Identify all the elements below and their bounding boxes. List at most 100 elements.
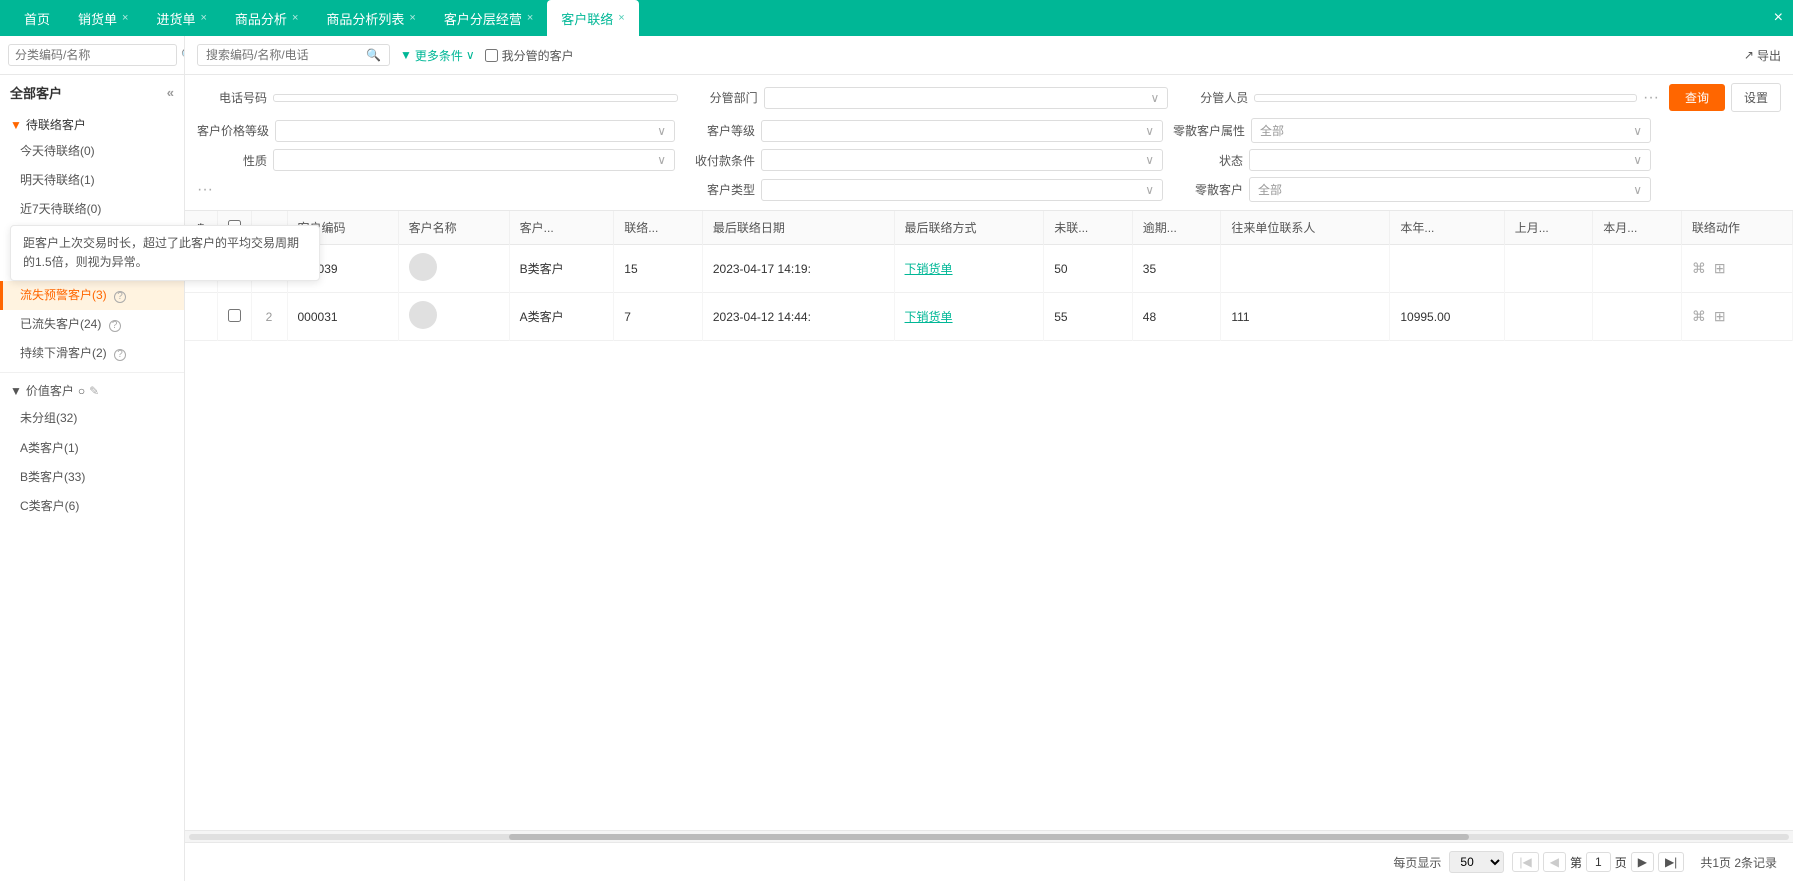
nav-home[interactable]: 首页 [10,0,64,36]
scatter-cust-input[interactable]: 全部 ∨ [1249,177,1651,202]
value-customer-edit-icon[interactable]: ✎ [89,384,99,398]
col-last-date-sort[interactable]: 最后联络日期 [713,219,785,236]
sidebar-item-loss-warning[interactable]: 流失预警客户(3) ? [0,281,184,310]
row2-checkbox[interactable] [217,293,251,341]
col-last-way-sort[interactable]: 最后联络方式 [905,219,977,236]
sidebar-collapse-icon[interactable]: « [167,85,174,100]
close-analysis-list-icon[interactable]: × [409,12,415,24]
row1-grid-icon[interactable]: ⊞ [1714,260,1726,277]
loss-warning-help-icon[interactable]: ? [114,291,126,303]
my-customers-checkbox[interactable]: 我分管的客户 [485,47,574,64]
col-contact-sort[interactable]: 联络... [624,219,658,236]
first-page-btn[interactable]: |◀ [1512,852,1538,872]
sidebar-item-tomorrow[interactable]: 明天待联络(1) [0,166,184,195]
all-customers-header[interactable]: 全部客户 « [0,75,184,110]
person-input[interactable] [1254,94,1637,102]
row2-last-way[interactable]: 下销货单 [894,293,1044,341]
row2-action-btns: ⌘ ⊞ [1692,308,1782,325]
row2-check[interactable] [228,309,241,322]
payment-input[interactable]: ∨ [761,149,1163,171]
main-search-icon[interactable]: 🔍 [366,48,381,62]
sidebar-item-lost[interactable]: 已流失客户(24) ? [0,310,184,339]
page-num-input[interactable]: 1 [1586,852,1611,872]
nav-customer-contact[interactable]: 客户联络 × [547,0,638,36]
row1-contacts [1221,245,1390,293]
col-type: 客户... [509,211,614,245]
row4-dots-icon[interactable]: ··· [197,181,213,199]
setting-button[interactable]: 设置 [1731,83,1781,112]
row1-last-date: 2023-04-17 14:19: [702,245,894,293]
main-search-input[interactable] [206,48,366,62]
per-page-select[interactable]: 50 20 100 [1449,851,1504,873]
close-sales-icon[interactable]: × [122,12,128,24]
close-purchase-icon[interactable]: × [200,12,206,24]
row2-grid-icon[interactable]: ⊞ [1714,308,1726,325]
filter-cell-phone: 电话号码 [197,89,678,106]
col-last-month-sort[interactable]: 上月... [1515,219,1549,236]
nature-input[interactable]: ∨ [273,149,675,171]
col-this-year-sort[interactable]: 本年... [1400,219,1434,236]
nav-purchase[interactable]: 进货单 × [142,0,220,36]
status-input[interactable]: ∨ [1249,149,1651,171]
lost-help-icon[interactable]: ? [109,320,121,332]
col-overdue: 逾期... [1132,211,1221,245]
row1-last-way[interactable]: 下销货单 [894,245,1044,293]
row2-this-year: 10995.00 [1390,293,1504,341]
sidebar-search-input[interactable] [8,44,177,66]
nav-customer-segment[interactable]: 客户分层经营 × [430,0,547,36]
sidebar-item-today[interactable]: 今天待联络(0) [0,137,184,166]
horizontal-scrollbar[interactable] [185,830,1793,842]
col-last-date-label: 最后联络日期 [713,219,785,236]
row2-last-way-link[interactable]: 下销货单 [905,310,953,324]
my-customers-check[interactable] [485,49,498,62]
col-name-label: 客户名称 [409,219,457,236]
col-name-sort[interactable]: 客户名称 [409,219,457,236]
sidebar-item-a-class[interactable]: A类客户(1) [0,434,184,463]
scroll-thumb[interactable] [509,834,1469,840]
window-close-button[interactable]: × [1774,9,1783,27]
row1-link-icon[interactable]: ⌘ [1692,260,1706,277]
col-contact: 联络... [614,211,703,245]
row1-last-way-link[interactable]: 下销货单 [905,262,953,276]
table-area: ⚙ 客户编码 客户名称 [185,211,1793,830]
group-pending-contact[interactable]: ▼ 待联络客户 [0,110,184,137]
nav-sales[interactable]: 销货单 × [64,0,142,36]
prev-page-btn[interactable]: ◀ [1543,852,1566,872]
row1-type: B类客户 [509,245,614,293]
sidebar-item-ungroup[interactable]: 未分组(32) [0,404,184,433]
row1-last-month [1504,245,1593,293]
more-conditions-btn[interactable]: ▼ 更多条件 ∨ [400,47,475,64]
next-page-btn[interactable]: ▶ [1631,852,1654,872]
dept-input[interactable]: ∨ [764,87,1169,109]
row2-link-icon[interactable]: ⌘ [1692,308,1706,325]
value-customer-section[interactable]: ▼ 价值客户 ○ ✎ [0,377,184,404]
status-arrow-icon: ∨ [1633,153,1642,167]
col-this-month-sort[interactable]: 本月... [1603,219,1637,236]
scatter-attr-input[interactable]: 全部 ∨ [1251,118,1651,143]
last-page-btn[interactable]: ▶| [1658,852,1684,872]
col-this-month-label: 本月... [1603,219,1637,236]
sidebar-item-declining[interactable]: 持续下滑客户(2) ? [0,339,184,368]
price-grade-input[interactable]: ∨ [275,120,675,142]
col-uncontact-sort[interactable]: 未联... [1054,219,1088,236]
nav-analysis[interactable]: 商品分析 × [221,0,312,36]
nav-analysis-list[interactable]: 商品分析列表 × [312,0,429,36]
col-contacts-person-sort[interactable]: 往来单位联系人 [1231,219,1315,236]
query-button[interactable]: 查询 [1669,84,1725,111]
col-type-sort[interactable]: 客户... [520,219,554,236]
sidebar-item-7days[interactable]: 近7天待联络(0) [0,195,184,224]
phone-input[interactable] [273,94,678,102]
sidebar-item-b-class[interactable]: B类客户(33) [0,463,184,492]
person-dots-icon[interactable]: ··· [1643,89,1659,107]
sidebar-item-c-class[interactable]: C类客户(6) [0,492,184,521]
export-button[interactable]: ↗ 导出 [1744,47,1781,64]
cust-type-input[interactable]: ∨ [761,179,1163,201]
declining-help-icon[interactable]: ? [114,349,126,361]
grade-input[interactable]: ∨ [761,120,1163,142]
close-segment-icon[interactable]: × [527,12,533,24]
value-customer-circle-icon[interactable]: ○ [78,384,85,398]
close-analysis-icon[interactable]: × [292,12,298,24]
row2-last-month [1504,293,1593,341]
close-contact-icon[interactable]: × [618,12,624,24]
col-overdue-sort[interactable]: 逾期... [1143,219,1177,236]
